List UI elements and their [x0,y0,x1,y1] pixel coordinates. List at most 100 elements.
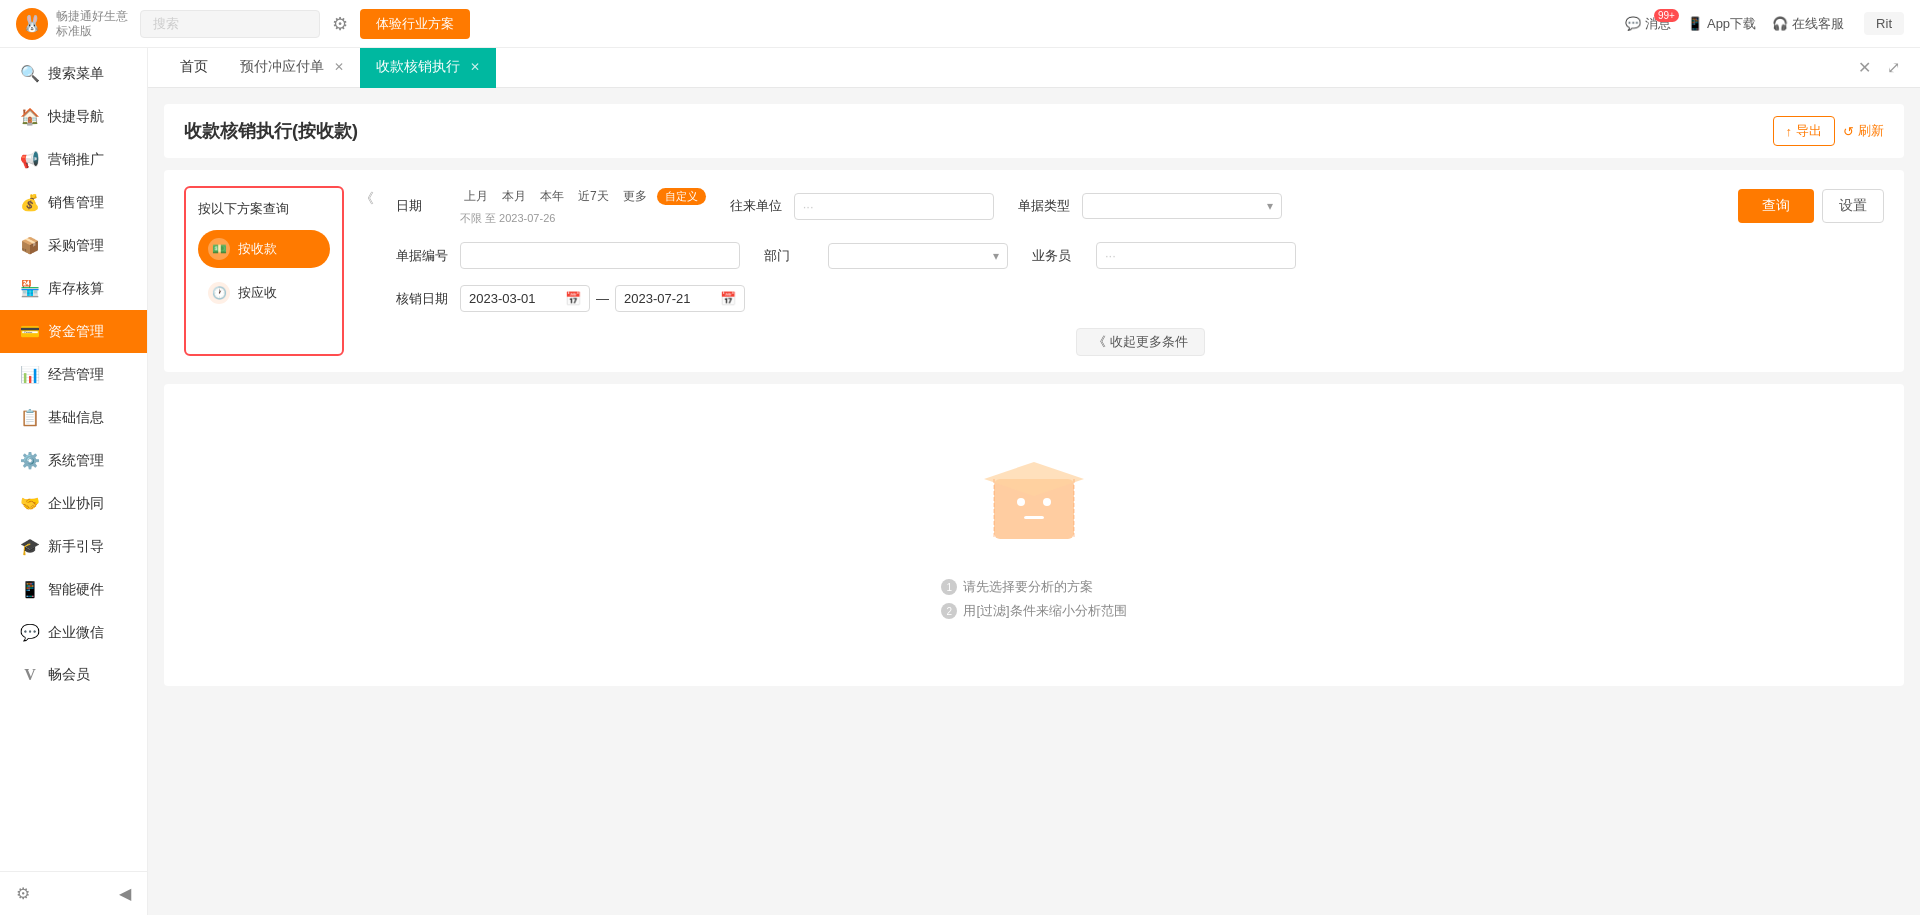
tab-receipt-writeoff[interactable]: 收款核销执行 ✕ [360,48,496,88]
filter-field-date: 日期 上月 本月 本年 近7天 更多 自定义 不限 至 [396,186,706,226]
tab-receipt-label: 收款核销执行 [376,58,460,76]
sidebar-item-hardware[interactable]: 📱 智能硬件 [0,568,147,611]
query-button[interactable]: 查询 [1738,189,1814,223]
topbar-icons: 💬 消息 99+ 📱 App下载 🎧 在线客服 [1625,15,1844,33]
empty-state: 1 请先选择要分析的方案 2 用[过滤]条件来缩小分析范围 [164,384,1904,686]
shortcut-7days[interactable]: 近7天 [574,186,613,207]
receivable-icon: 🕐 [208,282,230,304]
topbar-settings-icon[interactable]: ⚙ [332,13,348,35]
docnumber-input[interactable] [460,242,740,269]
tab-fullscreen-icon[interactable]: ⤢ [1883,54,1904,81]
page-content: 收款核销执行(按收款) ↑ 导出 ↺ 刷新 按以下方案查询 [148,88,1920,915]
online-service-item[interactable]: 🎧 在线客服 [1772,15,1844,33]
sidebar: 🔍 搜索菜单 🏠 快捷导航 📢 营销推广 💰 销售管理 📦 采购管理 🏪 库存核… [0,48,148,915]
department-select[interactable]: ▾ [828,243,1008,269]
filter-expand-row: 《 收起更多条件 [396,328,1884,356]
logo-icon: 🐰 [16,8,48,40]
sidebar-item-operation[interactable]: 📊 经营管理 [0,353,147,396]
shortcut-this-year[interactable]: 本年 [536,186,568,207]
sidebar-item-finance[interactable]: 💳 资金管理 [0,310,147,353]
sidebar-item-label: 搜索菜单 [48,65,104,83]
counterparty-dots: ··· [803,199,814,214]
basic-info-icon: 📋 [20,408,40,427]
sidebar-item-enterprise[interactable]: 🤝 企业协同 [0,482,147,525]
sidebar-item-marketing[interactable]: 📢 营销推广 [0,138,147,181]
solution-button[interactable]: 体验行业方案 [360,9,470,39]
collapse-more-button[interactable]: 《 收起更多条件 [1076,328,1205,356]
salesperson-select[interactable]: ··· [1096,242,1296,269]
collapse-icon: 《 [1093,333,1106,351]
tab-close-window-icon[interactable]: ✕ [1854,54,1875,81]
sidebar-item-label: 快捷导航 [48,108,104,126]
shortcut-this-month[interactable]: 本月 [498,186,530,207]
app-download-item[interactable]: 📱 App下载 [1687,15,1756,33]
sales-icon: 💰 [20,193,40,212]
calendar-to-icon[interactable]: 📅 [720,291,736,306]
doctype-select[interactable]: ▾ [1082,193,1282,219]
sidebar-item-label: 基础信息 [48,409,104,427]
phone-icon: 📱 [1687,16,1703,31]
doctype-label: 单据类型 [1018,197,1074,215]
shortcut-more[interactable]: 更多 [619,186,651,207]
docnumber-label: 单据编号 [396,247,452,265]
sidebar-item-label: 采购管理 [48,237,104,255]
tab-receipt-close[interactable]: ✕ [470,60,480,74]
sidebar-item-label: 企业协同 [48,495,104,513]
refresh-button[interactable]: ↺ 刷新 [1843,116,1884,146]
main-layout: 🔍 搜索菜单 🏠 快捷导航 📢 营销推广 💰 销售管理 📦 采购管理 🏪 库存核… [0,48,1920,915]
operation-icon: 📊 [20,365,40,384]
guide-icon: 🎓 [20,537,40,556]
sidebar-item-system[interactable]: ⚙️ 系统管理 [0,439,147,482]
user-display[interactable]: Rit [1864,12,1904,35]
filter-row-2: 单据编号 部门 ▾ 业务员 [396,242,1884,269]
sidebar-item-inventory[interactable]: 🏪 库存核算 [0,267,147,310]
sidebar-item-sales[interactable]: 💰 销售管理 [0,181,147,224]
refresh-icon: ↺ [1843,124,1854,139]
date-separator: — [596,291,609,306]
filter-option-receipt-label: 按收款 [238,240,277,258]
calendar-from-icon[interactable]: 📅 [565,291,581,306]
salesperson-label: 业务员 [1032,247,1088,265]
filter-option-by-receivable[interactable]: 🕐 按应收 [198,274,330,312]
sidebar-item-wechat[interactable]: 💬 企业微信 [0,611,147,654]
sidebar-collapse-button[interactable]: ◀ [119,884,131,903]
shortcut-last-month[interactable]: 上月 [460,186,492,207]
system-icon: ⚙️ [20,451,40,470]
tab-prepay-close[interactable]: ✕ [334,60,344,74]
sidebar-item-label: 智能硬件 [48,581,104,599]
settings-button[interactable]: 设置 [1822,189,1884,223]
filter-actions: 查询 设置 [1738,189,1884,223]
sidebar-item-member[interactable]: V 畅会员 [0,654,147,696]
export-icon: ↑ [1786,124,1793,139]
tab-home[interactable]: 首页 [164,48,224,88]
filter-option-by-receipt[interactable]: 💵 按收款 [198,230,330,268]
date-custom-badge[interactable]: 自定义 [657,188,706,205]
filter-collapse-btn[interactable]: 《 [360,186,380,356]
message-icon-item[interactable]: 💬 消息 99+ [1625,15,1671,33]
sidebar-item-purchase[interactable]: 📦 采购管理 [0,224,147,267]
sidebar-item-label: 库存核算 [48,280,104,298]
export-button[interactable]: ↑ 导出 [1773,116,1836,146]
sidebar-item-label: 系统管理 [48,452,104,470]
page-title: 收款核销执行(按收款) [184,119,358,143]
sidebar-item-basic-info[interactable]: 📋 基础信息 [0,396,147,439]
writeoff-date-to-input[interactable]: 2023-07-21 📅 [615,285,745,312]
writeoff-date-from-input[interactable]: 2023-03-01 📅 [460,285,590,312]
app-logo: 🐰 畅捷通好生意 标准版 [16,8,128,40]
page-header-actions: ↑ 导出 ↺ 刷新 [1773,116,1885,146]
sidebar-settings-icon[interactable]: ⚙ [16,884,30,903]
date-label: 日期 [396,197,452,215]
member-icon: V [20,666,40,684]
filter-field-docnumber: 单据编号 [396,242,740,269]
date-limit-text: 不限 至 2023-07-26 [460,211,706,226]
counterparty-select[interactable]: ··· [794,193,994,220]
sidebar-item-guide[interactable]: 🎓 新手引导 [0,525,147,568]
sidebar-item-quick-nav[interactable]: 🏠 快捷导航 [0,95,147,138]
filter-row-1: 日期 上月 本月 本年 近7天 更多 自定义 不限 至 [396,186,1884,226]
tab-bar: 首页 预付冲应付单 ✕ 收款核销执行 ✕ ✕ ⤢ [148,48,1920,88]
tab-prepay-conflict[interactable]: 预付冲应付单 ✕ [224,48,360,88]
marketing-icon: 📢 [20,150,40,169]
topbar-right: 💬 消息 99+ 📱 App下载 🎧 在线客服 Rit [1625,12,1904,35]
search-icon: 🔍 [20,64,40,83]
sidebar-item-search[interactable]: 🔍 搜索菜单 [0,52,147,95]
